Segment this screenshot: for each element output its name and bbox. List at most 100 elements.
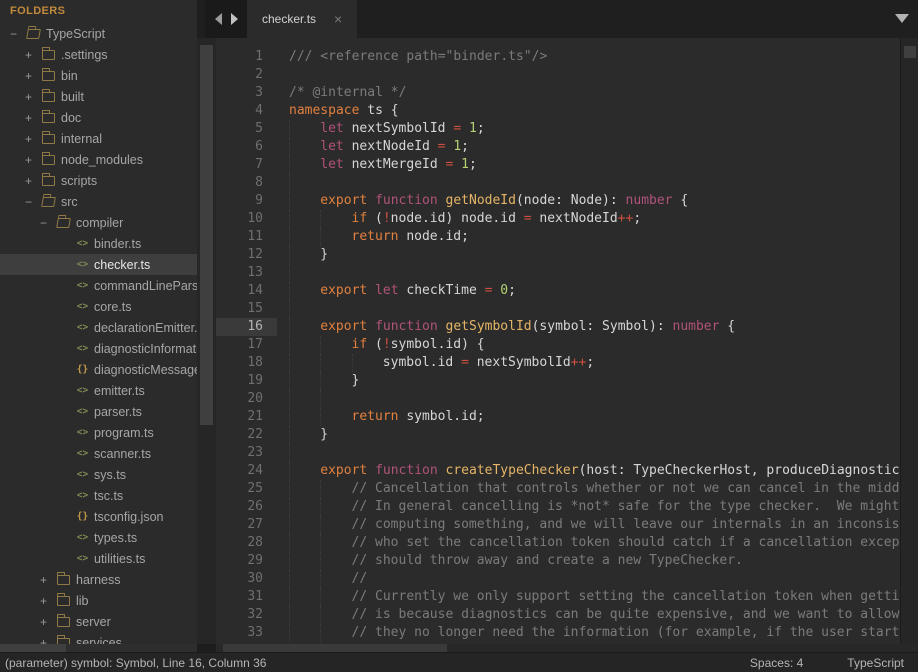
editor-vertical-scrollbar[interactable]	[900, 38, 918, 644]
status-syntax-setting[interactable]: TypeScript	[847, 656, 904, 670]
prev-tab-arrow-icon[interactable]	[214, 13, 222, 25]
code-line[interactable]: // computing something, and we will leav…	[289, 516, 900, 534]
code-line[interactable]: /// <reference path="binder.ts"/>	[289, 48, 900, 66]
sidebar-item--settings[interactable]: + .settings	[0, 44, 197, 65]
sidebar-item-tsconfig-json[interactable]: {} tsconfig.json	[0, 506, 197, 527]
expand-toggle[interactable]: +	[25, 111, 42, 125]
expand-toggle[interactable]: +	[25, 174, 42, 188]
sidebar-item-built[interactable]: + built	[0, 86, 197, 107]
code-line[interactable]: export function getNodeId(node: Node): n…	[289, 192, 900, 210]
collapse-toggle[interactable]: −	[40, 216, 57, 230]
code-line[interactable]	[289, 444, 900, 462]
expand-toggle[interactable]: +	[40, 594, 57, 608]
code-line[interactable]: export function createTypeChecker(host: …	[289, 462, 900, 480]
sidebar-item-commandlineparser-ts[interactable]: <> commandLineParser.ts	[0, 275, 197, 296]
sidebar-item-scripts[interactable]: + scripts	[0, 170, 197, 191]
code-line[interactable]	[289, 264, 900, 282]
sidebar-item-parser-ts[interactable]: <> parser.ts	[0, 401, 197, 422]
sidebar-item-sys-ts[interactable]: <> sys.ts	[0, 464, 197, 485]
sidebar-item-bin[interactable]: + bin	[0, 65, 197, 86]
tab-checker-ts[interactable]: checker.ts ×	[247, 0, 358, 38]
code-line[interactable]: // Cancellation that controls whether or…	[289, 480, 900, 498]
code-line[interactable]: export function getSymbolId(symbol: Symb…	[289, 318, 900, 336]
code-line[interactable]	[289, 390, 900, 408]
code-area[interactable]: /// <reference path="binder.ts"/> /* @int…	[277, 38, 900, 644]
sidebar-item-services[interactable]: + services	[0, 632, 197, 644]
code-line[interactable]: }	[289, 372, 900, 390]
sidebar-vertical-scrollbar[interactable]	[197, 38, 216, 644]
sidebar-item-node-modules[interactable]: + node_modules	[0, 149, 197, 170]
next-tab-arrow-icon[interactable]	[230, 13, 238, 25]
collapse-toggle[interactable]: −	[10, 27, 27, 41]
sidebar-item-program-ts[interactable]: <> program.ts	[0, 422, 197, 443]
code-line[interactable]: // Currently we only support setting the…	[289, 588, 900, 606]
sidebar-hscrollbar-thumb[interactable]	[0, 644, 66, 652]
expand-toggle[interactable]: +	[25, 48, 42, 62]
sidebar-item-internal[interactable]: + internal	[0, 128, 197, 149]
indent-guide	[320, 624, 351, 642]
sidebar-item-core-ts[interactable]: <> core.ts	[0, 296, 197, 317]
code-token: getSymbolId	[445, 319, 532, 334]
expand-toggle[interactable]: +	[40, 615, 57, 629]
tab-overflow-icon[interactable]	[895, 14, 909, 23]
sidebar-item-diagnosticmessages-json[interactable]: {} diagnosticMessages.json	[0, 359, 197, 380]
expand-toggle[interactable]: +	[25, 69, 42, 83]
code-line[interactable]: // who set the cancellation token should…	[289, 534, 900, 552]
sidebar-item-declarationemitter-ts[interactable]: <> declarationEmitter.ts	[0, 317, 197, 338]
collapse-toggle[interactable]: −	[25, 195, 42, 209]
code-line[interactable]	[289, 300, 900, 318]
code-line[interactable]: //	[289, 570, 900, 588]
sidebar-item-server[interactable]: + server	[0, 611, 197, 632]
code-line[interactable]: // they no longer need the information (…	[289, 624, 900, 642]
code-line[interactable]: symbol.id = nextSymbolId++;	[289, 354, 900, 372]
code-line[interactable]: if (!symbol.id) {	[289, 336, 900, 354]
sidebar-item-types-ts[interactable]: <> types.ts	[0, 527, 197, 548]
line-number: 25	[247, 481, 263, 496]
code-line[interactable]: // In general cancelling is *not* safe f…	[289, 498, 900, 516]
indent-guide	[320, 408, 351, 426]
code-line[interactable]: let nextMergeId = 1;	[289, 156, 900, 174]
sidebar-scrollbar-thumb[interactable]	[200, 45, 213, 425]
sidebar-item-emitter-ts[interactable]: <> emitter.ts	[0, 380, 197, 401]
code-line[interactable]: if (!node.id) node.id = nextNodeId++;	[289, 210, 900, 228]
sidebar-item-binder-ts[interactable]: <> binder.ts	[0, 233, 197, 254]
sidebar-item-tsc-ts[interactable]: <> tsc.ts	[0, 485, 197, 506]
sidebar-item-utilities-ts[interactable]: <> utilities.ts	[0, 548, 197, 569]
editor-hscrollbar-thumb[interactable]	[223, 644, 447, 652]
code-token: let	[320, 121, 344, 136]
sidebar-item-diagnosticinformationmap-generated-ts[interactable]: <> diagnosticInformationMap.generated.ts	[0, 338, 197, 359]
sidebar-item-typescript[interactable]: − TypeScript	[0, 23, 197, 44]
code-line[interactable]: let nextSymbolId = 1;	[289, 120, 900, 138]
editor-scrollbar-thumb[interactable]	[904, 46, 916, 58]
status-indent-setting[interactable]: Spaces: 4	[750, 656, 803, 670]
code-line[interactable]: /* @internal */	[289, 84, 900, 102]
expand-toggle[interactable]: +	[25, 153, 42, 167]
expand-toggle[interactable]: +	[25, 132, 42, 146]
sidebar-item-src[interactable]: − src	[0, 191, 197, 212]
sidebar-item-scanner-ts[interactable]: <> scanner.ts	[0, 443, 197, 464]
code-line[interactable]	[289, 66, 900, 84]
code-token: =	[453, 121, 462, 136]
code-line[interactable]: // should throw away and create a new Ty…	[289, 552, 900, 570]
expand-toggle[interactable]: +	[25, 90, 42, 104]
sidebar-item-doc[interactable]: + doc	[0, 107, 197, 128]
expand-toggle[interactable]: +	[40, 636, 57, 645]
code-line[interactable]: return node.id;	[289, 228, 900, 246]
expand-toggle[interactable]: +	[40, 573, 57, 587]
sidebar-item-lib[interactable]: + lib	[0, 590, 197, 611]
code-line[interactable]: // is because diagnostics can be quite e…	[289, 606, 900, 624]
sidebar-item-checker-ts[interactable]: <> checker.ts	[0, 254, 197, 275]
code-line[interactable]: }	[289, 246, 900, 264]
sidebar-item-compiler[interactable]: − compiler	[0, 212, 197, 233]
code-line[interactable]: let nextNodeId = 1;	[289, 138, 900, 156]
code-line[interactable]	[289, 174, 900, 192]
code-line[interactable]: export let checkTime = 0;	[289, 282, 900, 300]
code-editor[interactable]: 1 2 3 4 5 6 7 8 9 10 11 12 13 14 15 16 17 18 19 20 21 22 23 24 2…	[216, 38, 900, 644]
code-line[interactable]: namespace ts {	[289, 102, 900, 120]
line-number: 6	[255, 139, 263, 154]
indent-guide	[289, 246, 320, 264]
code-line[interactable]: return symbol.id;	[289, 408, 900, 426]
tab-close-icon[interactable]: ×	[334, 12, 342, 26]
code-line[interactable]: }	[289, 426, 900, 444]
sidebar-item-harness[interactable]: + harness	[0, 569, 197, 590]
